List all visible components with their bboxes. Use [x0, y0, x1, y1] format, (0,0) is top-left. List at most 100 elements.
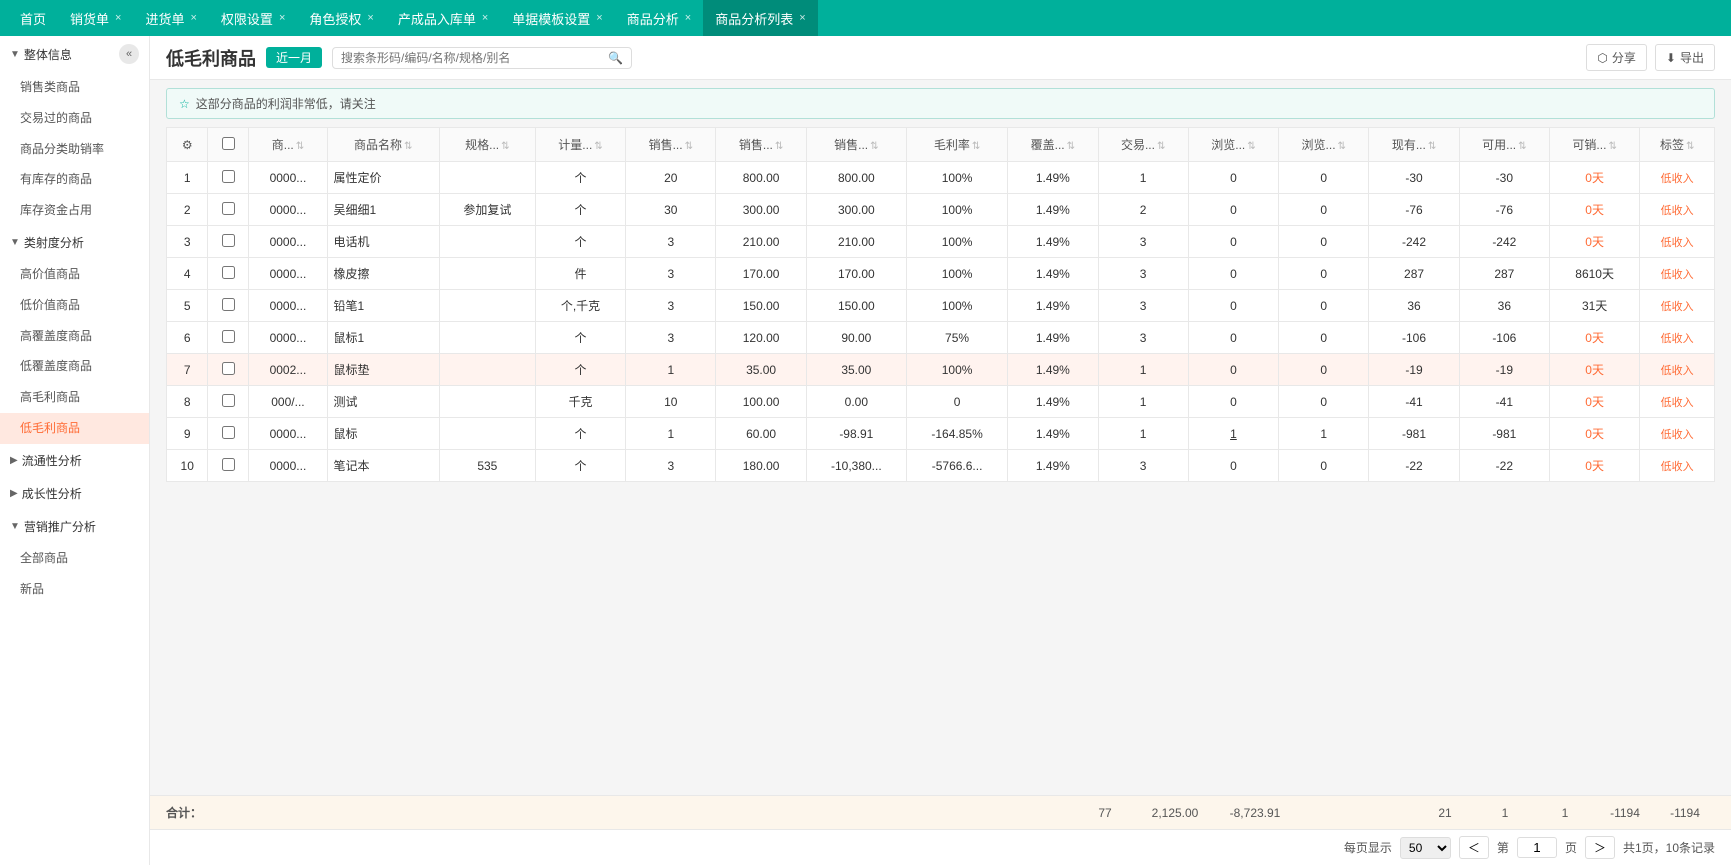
col-unit[interactable]: 计量...⇅ — [535, 128, 625, 162]
nav-product-analysis-list[interactable]: 商品分析列表 × — [703, 0, 817, 36]
row-checkbox[interactable] — [222, 266, 235, 279]
nav-home[interactable]: 首页 — [8, 0, 58, 36]
col-tag[interactable]: 标签⇅ — [1640, 128, 1715, 162]
sidebar-section-overall[interactable]: ▼ 整体信息 « — [0, 36, 149, 72]
cell-view1[interactable]: 0 — [1188, 354, 1278, 386]
cell-transaction: 1 — [1098, 354, 1188, 386]
col-saleable[interactable]: 可销...⇅ — [1549, 128, 1639, 162]
sidebar-item-all-goods[interactable]: 全部商品 — [0, 543, 149, 574]
cell-checkbox[interactable] — [208, 290, 249, 322]
cell-checkbox[interactable] — [208, 162, 249, 194]
sidebar-section-circulation[interactable]: ▶ 流通性分析 — [0, 444, 149, 477]
share-button[interactable]: ⬡ 分享 — [1586, 44, 1647, 71]
col-checkbox[interactable] — [208, 128, 249, 162]
cell-view1[interactable]: 0 — [1188, 450, 1278, 482]
cell-view1[interactable]: 1 — [1188, 418, 1278, 450]
close-icon[interactable]: × — [596, 12, 602, 24]
sidebar-item-high-value[interactable]: 高价值商品 — [0, 259, 149, 290]
sidebar-item-traded-goods[interactable]: 交易过的商品 — [0, 103, 149, 134]
sidebar-item-high-coverage[interactable]: 高覆盖度商品 — [0, 321, 149, 352]
sidebar-item-low-value[interactable]: 低价值商品 — [0, 290, 149, 321]
row-checkbox[interactable] — [222, 362, 235, 375]
col-sales-amount[interactable]: 销售...⇅ — [806, 128, 906, 162]
row-checkbox[interactable] — [222, 298, 235, 311]
search-box[interactable]: 🔍 — [332, 47, 632, 69]
row-checkbox[interactable] — [222, 234, 235, 247]
close-icon[interactable]: × — [799, 12, 805, 24]
close-icon[interactable]: × — [190, 12, 196, 24]
cell-unit: 个,千克 — [535, 290, 625, 322]
nav-sales-order[interactable]: 销货单 × — [58, 0, 133, 36]
cell-view1[interactable]: 0 — [1188, 386, 1278, 418]
close-icon[interactable]: × — [482, 12, 488, 24]
cell-checkbox[interactable] — [208, 322, 249, 354]
col-view2[interactable]: 浏览...⇅ — [1279, 128, 1369, 162]
export-button[interactable]: ⬇ 导出 — [1655, 44, 1715, 71]
sidebar-item-sales-goods[interactable]: 销售类商品 — [0, 72, 149, 103]
sidebar-item-low-margin[interactable]: 低毛利商品 — [0, 413, 149, 444]
cell-checkbox[interactable] — [208, 258, 249, 290]
row-checkbox[interactable] — [222, 170, 235, 183]
cell-view1[interactable]: 0 — [1188, 226, 1278, 258]
row-checkbox[interactable] — [222, 394, 235, 407]
prev-page-button[interactable]: ＜ — [1459, 836, 1489, 859]
col-current[interactable]: 现有...⇅ — [1369, 128, 1459, 162]
close-icon[interactable]: × — [115, 12, 121, 24]
col-view1[interactable]: 浏览...⇅ — [1188, 128, 1278, 162]
sidebar-item-inventory-capital[interactable]: 库存资金占用 — [0, 195, 149, 226]
cell-checkbox[interactable] — [208, 418, 249, 450]
collapse-icon[interactable]: « — [119, 44, 139, 64]
nav-role-auth[interactable]: 角色授权 × — [297, 0, 385, 36]
cell-view1[interactable]: 0 — [1188, 290, 1278, 322]
sidebar-item-new-goods[interactable]: 新品 — [0, 574, 149, 605]
cell-view1[interactable]: 0 — [1188, 258, 1278, 290]
col-sales-qty[interactable]: 销售...⇅ — [626, 128, 716, 162]
col-transaction[interactable]: 交易...⇅ — [1098, 128, 1188, 162]
close-icon[interactable]: × — [685, 12, 691, 24]
col-sales-price[interactable]: 销售...⇅ — [716, 128, 806, 162]
sidebar-section-growth[interactable]: ▶ 成长性分析 — [0, 477, 149, 510]
search-input[interactable] — [341, 51, 604, 65]
date-filter-tag[interactable]: 近一月 — [266, 47, 322, 68]
nav-finished-goods[interactable]: 产成品入库单 × — [386, 0, 500, 36]
col-available[interactable]: 可用...⇅ — [1459, 128, 1549, 162]
col-coverage[interactable]: 覆盖...⇅ — [1008, 128, 1098, 162]
cell-view1[interactable]: 0 — [1188, 162, 1278, 194]
col-code[interactable]: 商...⇅ — [249, 128, 327, 162]
cell-checkbox[interactable] — [208, 194, 249, 226]
view1-link[interactable]: 1 — [1230, 427, 1237, 441]
col-settings[interactable]: ⚙ — [167, 128, 208, 162]
row-checkbox[interactable] — [222, 458, 235, 471]
sidebar-item-low-coverage[interactable]: 低覆盖度商品 — [0, 351, 149, 382]
sidebar-item-stocked-goods[interactable]: 有库存的商品 — [0, 164, 149, 195]
cell-view1[interactable]: 0 — [1188, 322, 1278, 354]
cell-view1[interactable]: 0 — [1188, 194, 1278, 226]
close-icon[interactable]: × — [279, 12, 285, 24]
next-page-button[interactable]: ＞ — [1585, 836, 1615, 859]
sidebar-section-analysis[interactable]: ▼ 类射度分析 — [0, 226, 149, 259]
sidebar-item-category-rate[interactable]: 商品分类助销率 — [0, 134, 149, 165]
col-spec[interactable]: 规格...⇅ — [439, 128, 535, 162]
cell-checkbox[interactable] — [208, 450, 249, 482]
page-size-select[interactable]: 50 100 200 — [1400, 837, 1451, 859]
search-icon[interactable]: 🔍 — [608, 51, 623, 65]
sidebar-item-high-margin[interactable]: 高毛利商品 — [0, 382, 149, 413]
cell-checkbox[interactable] — [208, 354, 249, 386]
select-all-checkbox[interactable] — [222, 137, 235, 150]
nav-purchase-order[interactable]: 进货单 × — [133, 0, 208, 36]
cell-checkbox[interactable] — [208, 226, 249, 258]
close-icon[interactable]: × — [367, 12, 373, 24]
row-checkbox[interactable] — [222, 426, 235, 439]
current-page-input[interactable] — [1517, 837, 1557, 858]
row-checkbox[interactable] — [222, 330, 235, 343]
col-name[interactable]: 商品名称⇅ — [327, 128, 439, 162]
nav-permissions[interactable]: 权限设置 × — [209, 0, 297, 36]
row-checkbox[interactable] — [222, 202, 235, 215]
sidebar-section-marketing[interactable]: ▼ 营销推广分析 — [0, 510, 149, 543]
nav-template-settings[interactable]: 单据模板设置 × — [500, 0, 614, 36]
col-gross-margin[interactable]: 毛利率⇅ — [906, 128, 1007, 162]
nav-product-analysis[interactable]: 商品分析 × — [615, 0, 703, 36]
settings-icon[interactable]: ⚙ — [182, 138, 193, 152]
table-container[interactable]: ⚙ 商...⇅ 商品名称⇅ 规格...⇅ 计量...⇅ 销售...⇅ 销售...… — [150, 119, 1731, 795]
cell-checkbox[interactable] — [208, 386, 249, 418]
